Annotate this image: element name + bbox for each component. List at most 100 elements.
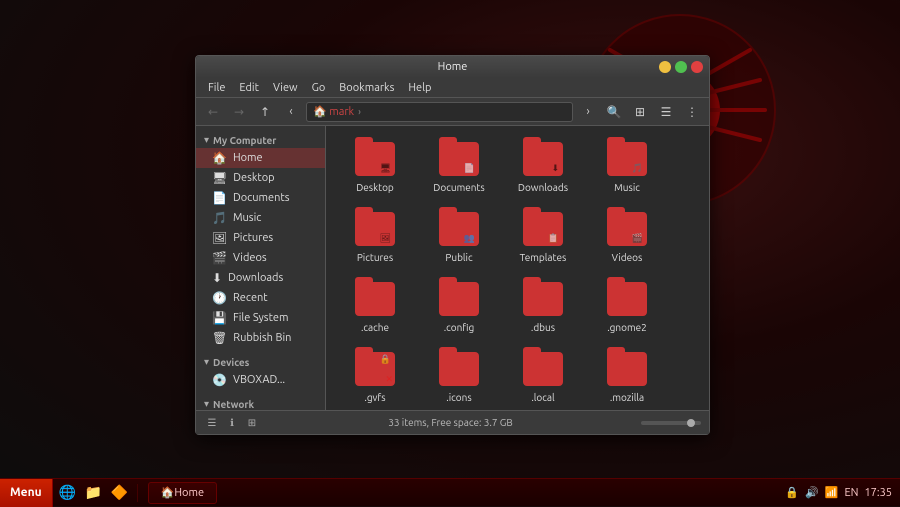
sidebar-section-header-devices[interactable]: ▾Devices [196, 352, 325, 370]
up-button[interactable]: ↑ [254, 101, 276, 123]
gvfs-x-icon: ✕ [385, 374, 393, 385]
taskbar-right: 🔒 🔊 📶 EN 17:35 [777, 486, 900, 499]
taskbar-network-icon: 📶 [825, 486, 839, 499]
next-button[interactable]: › [577, 101, 599, 123]
titlebar: Home [196, 56, 709, 78]
sidebar-section-mycomputer: ▾My Computer 🏠 Home 🖥 Desktop 📄 Document… [196, 130, 325, 348]
documents-badge-icon: 📄 [464, 163, 475, 174]
taskbar-icon-files[interactable]: 📁 [83, 482, 105, 504]
sidebar-item-pictures[interactable]: 🖼 Pictures [196, 228, 325, 248]
sidebar-item-downloads[interactable]: ⬇ Downloads [196, 268, 325, 288]
file-item-downloads[interactable]: ⬇ Downloads [504, 136, 582, 200]
close-button[interactable] [691, 61, 703, 73]
file-item-icons[interactable]: .icons [420, 346, 498, 410]
taskbar-lang: EN [844, 487, 858, 499]
zoom-slider[interactable] [641, 421, 701, 425]
taskbar-lock-icon: 🔒 [785, 486, 799, 499]
rubbish-icon: 🗑 [212, 331, 227, 345]
pictures-badge-icon: 🖼 [380, 233, 391, 244]
file-item-gvfs[interactable]: 🔒 ✕ .gvfs [336, 346, 414, 410]
taskbar-menu-button[interactable]: Menu [0, 479, 53, 507]
folder-icon-cache [355, 282, 395, 318]
statusbar-icon-list[interactable]: ☰ [204, 415, 220, 431]
menu-view[interactable]: View [267, 80, 304, 96]
view-more-button[interactable]: ⋮ [681, 101, 703, 123]
minimize-button[interactable] [659, 61, 671, 73]
menu-edit[interactable]: Edit [233, 80, 265, 96]
home-icon: 🏠 [212, 151, 227, 165]
taskbar-clock: 17:35 [864, 487, 892, 499]
taskbar-icon-chrome[interactable]: 🌐 [57, 482, 79, 504]
public-badge-icon: 👥 [464, 233, 475, 244]
file-item-documents[interactable]: 📄 Documents [420, 136, 498, 200]
taskbar-separator [137, 484, 138, 502]
menu-bookmarks[interactable]: Bookmarks [333, 80, 400, 96]
folder-icon-local [523, 352, 563, 388]
folder-icon-gvfs: 🔒 ✕ [355, 352, 395, 388]
folder-icon-desktop: 🖥 [355, 142, 395, 178]
taskbar-icon-vlc[interactable]: 🔶 [109, 482, 131, 504]
file-item-local[interactable]: .local [504, 346, 582, 410]
sidebar-label-rubbish: Rubbish Bin [233, 332, 291, 344]
sidebar-label-pictures: Pictures [233, 232, 273, 244]
view-list-button[interactable]: ☰ [655, 101, 677, 123]
window-title: Home [202, 61, 703, 73]
forward-button[interactable]: → [228, 101, 250, 123]
statusbar-icon-grid[interactable]: ⊞ [244, 415, 260, 431]
desktop: Home File Edit View Go Bookmarks Help ← … [0, 0, 900, 506]
sidebar-section-header-mycomputer[interactable]: ▾My Computer [196, 130, 325, 148]
sidebar-label-recent: Recent [233, 292, 268, 304]
file-label-cache: .cache [361, 322, 389, 334]
menu-file[interactable]: File [202, 80, 231, 96]
search-button[interactable]: 🔍 [603, 101, 625, 123]
file-item-desktop[interactable]: 🖥 Desktop [336, 136, 414, 200]
folder-icon-documents: 📄 [439, 142, 479, 178]
taskbar: Menu 🌐 📁 🔶 🏠 Home 🔒 🔊 📶 EN 17:35 [0, 478, 900, 506]
sidebar-item-videos[interactable]: 🎬 Videos [196, 248, 325, 268]
sidebar-item-documents[interactable]: 📄 Documents [196, 188, 325, 208]
sidebar-label-home: Home [233, 152, 263, 164]
sidebar-item-vbox[interactable]: 💿 VBOXAD... [196, 370, 325, 390]
taskbar-window-home[interactable]: 🏠 Home [148, 482, 217, 504]
sidebar-label-music: Music [233, 212, 261, 224]
sidebar-item-desktop[interactable]: 🖥 Desktop [196, 168, 325, 188]
file-item-public[interactable]: 👥 Public [420, 206, 498, 270]
file-label-public: Public [445, 252, 472, 264]
sidebar-section-header-network[interactable]: ▾Network [196, 394, 325, 410]
file-item-pictures[interactable]: 🖼 Pictures [336, 206, 414, 270]
file-label-dbus: .dbus [531, 322, 555, 334]
sidebar-item-home[interactable]: 🏠 Home [196, 148, 325, 168]
file-label-templates: Templates [520, 252, 567, 264]
file-item-videos[interactable]: 🎬 Videos [588, 206, 666, 270]
menu-help[interactable]: Help [402, 80, 437, 96]
file-label-mozilla: .mozilla [610, 392, 644, 404]
menu-go[interactable]: Go [306, 80, 332, 96]
file-item-music[interactable]: 🎵 Music [588, 136, 666, 200]
menubar: File Edit View Go Bookmarks Help [196, 78, 709, 98]
prev-button[interactable]: ‹ [280, 101, 302, 123]
sidebar-item-filesystem[interactable]: 💾 File System [196, 308, 325, 328]
templates-badge-icon: 📋 [548, 233, 559, 244]
taskbar-volume-icon[interactable]: 🔊 [805, 486, 819, 499]
main-area: ▾My Computer 🏠 Home 🖥 Desktop 📄 Document… [196, 126, 709, 410]
maximize-button[interactable] [675, 61, 687, 73]
view-icons-button[interactable]: ⊞ [629, 101, 651, 123]
sidebar-item-rubbish[interactable]: 🗑 Rubbish Bin [196, 328, 325, 348]
file-item-templates[interactable]: 📋 Templates [504, 206, 582, 270]
desktop-badge-icon: 🖥 [380, 163, 391, 174]
file-item-mozilla[interactable]: .mozilla [588, 346, 666, 410]
taskbar-window-label: 🏠 [161, 486, 175, 499]
sidebar-label-desktop: Desktop [233, 172, 274, 184]
file-item-config[interactable]: .config [420, 276, 498, 340]
back-button[interactable]: ← [202, 101, 224, 123]
breadcrumb-home[interactable]: 🏠 mark [313, 105, 354, 118]
pictures-icon: 🖼 [212, 231, 227, 245]
file-item-gnome2[interactable]: .gnome2 [588, 276, 666, 340]
sidebar-item-music[interactable]: 🎵 Music [196, 208, 325, 228]
sidebar-item-recent[interactable]: 🕐 Recent [196, 288, 325, 308]
statusbar-icon-info[interactable]: ℹ [224, 415, 240, 431]
file-item-cache[interactable]: .cache [336, 276, 414, 340]
window-controls [659, 61, 703, 73]
filesystem-icon: 💾 [212, 311, 227, 325]
file-item-dbus[interactable]: .dbus [504, 276, 582, 340]
